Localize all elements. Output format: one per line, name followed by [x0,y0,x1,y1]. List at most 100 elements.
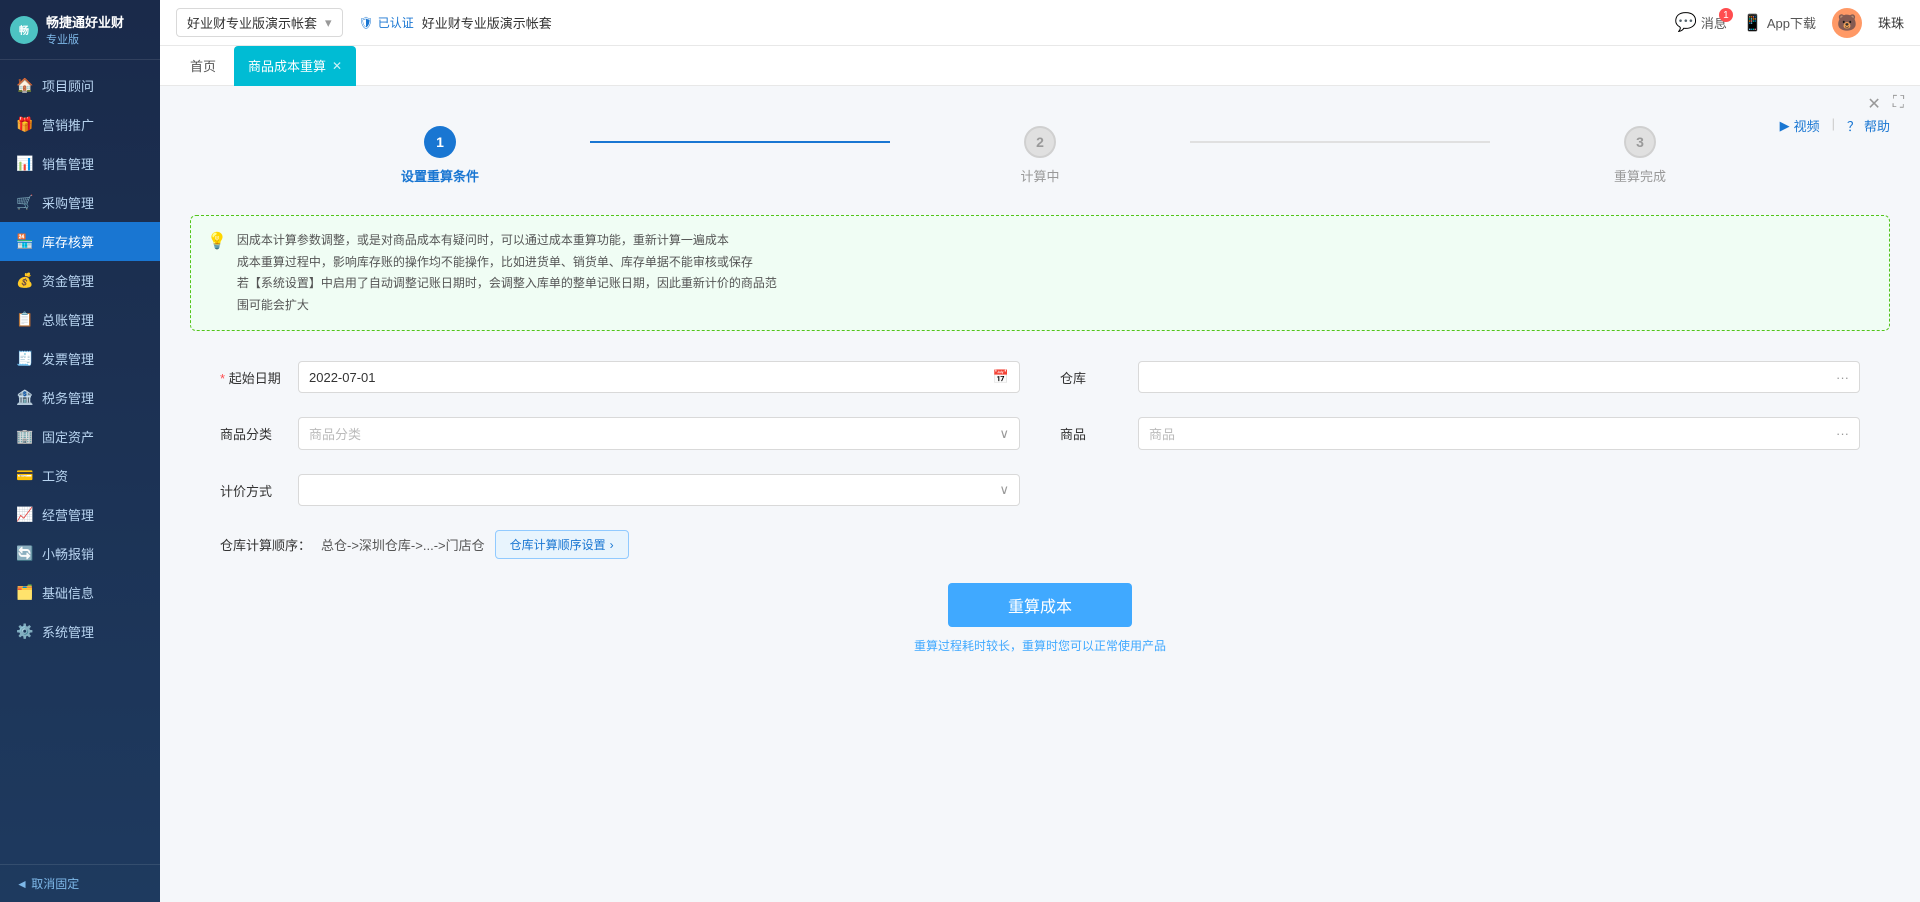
dropdown-icon[interactable]: ∨ [999,426,1009,442]
sidebar-item-system[interactable]: ⚙️ 系统管理 [0,612,160,651]
warehouse-input[interactable]: ··· [1138,361,1860,393]
user-name: 珠珠 [1878,13,1904,32]
sidebar-item-accounting[interactable]: 📋 总账管理 [0,300,160,339]
salary-icon: 💳 [16,467,34,485]
category-field: 商品分类 商品分类 ∨ [220,417,1020,450]
price-method-dropdown-icon[interactable]: ∨ [999,482,1009,498]
verified-badge: 🛡 已认证 [359,14,414,31]
video-link[interactable]: ▶ 视频 [1780,116,1820,135]
sidebar-item-label: 系统管理 [42,622,94,641]
start-date-label: * 起始日期 [220,368,290,387]
warehouse-order-settings-button[interactable]: 仓库计算顺序设置 › [495,530,629,559]
sidebar-item-finance[interactable]: 💰 资金管理 [0,261,160,300]
sidebar-item-label: 税务管理 [42,388,94,407]
app-download-button[interactable]: 📱 App下载 [1743,13,1816,33]
step-progress: 1 设置重算条件 2 计算中 3 [190,126,1890,185]
close-window-icon[interactable]: ✕ [1867,94,1880,114]
sidebar-item-purchase[interactable]: 🛒 采购管理 [0,183,160,222]
product-input[interactable]: 商品 ··· [1138,417,1860,450]
sidebar-subtitle: 专业版 [46,31,124,47]
basic-icon: 🗂️ [16,584,34,602]
system-icon: ⚙️ [16,623,34,641]
sidebar-item-tax[interactable]: 🏦 税务管理 [0,378,160,417]
company-selector[interactable]: 好业财专业版演示帐套 ▾ [176,8,343,37]
warehouse-label: 仓库 [1060,368,1130,387]
finance-icon: 💰 [16,272,34,290]
sidebar-item-label: 经营管理 [42,505,94,524]
price-method-field: 计价方式 ∨ [220,474,1020,506]
sidebar-logo: 畅 [10,16,38,44]
message-button[interactable]: 💬 消息 1 [1674,12,1726,33]
sidebar-item-label: 发票管理 [42,349,94,368]
category-input[interactable]: 商品分类 ∨ [298,417,1020,450]
sidebar-nav: 🏠 项目顾问 🎁 营销推广 📊 销售管理 🛒 采购管理 🏪 库存核算 💰 资金管… [0,60,160,864]
help-link[interactable]: ？ 帮助 [1847,116,1890,135]
sidebar-app-name: 畅捷通好业财 [46,12,124,31]
project-icon: 🏠 [16,77,34,95]
expand-window-icon[interactable]: ⛶ [1893,94,1904,114]
form-row-1: * 起始日期 2022-07-01 📅 仓库 ··· [220,361,1860,393]
sidebar-item-expense[interactable]: 🔄 小畅报销 [0,534,160,573]
purchase-icon: 🛒 [16,194,34,212]
sidebar-footer-unpin[interactable]: ◄ 取消固定 [0,864,160,902]
sidebar-item-label: 工资 [42,466,68,485]
main-content: ✕ ⛶ 1 设置重算条件 2 计算中 [160,86,1920,902]
start-date-input[interactable]: 2022-07-01 📅 [298,361,1020,393]
operation-icon: 📈 [16,506,34,524]
sidebar-item-sales[interactable]: 📊 销售管理 [0,144,160,183]
invoice-icon: 🧾 [16,350,34,368]
help-links: ▶ 视频 | ？ 帮助 [1780,116,1890,135]
recalc-hint: 重算过程耗时较长，重算时您可以正常使用产品 [914,637,1166,654]
user-avatar[interactable]: 🐻 [1832,8,1862,38]
warehouse-order-label: 仓库计算顺序： [220,535,311,554]
sidebar-item-operation[interactable]: 📈 经营管理 [0,495,160,534]
verified-company-name: 好业财专业版演示帐套 [422,13,552,32]
question-icon: ？ [1847,116,1860,135]
sidebar-item-label: 采购管理 [42,193,94,212]
sidebar-item-assets[interactable]: 🏢 固定资产 [0,417,160,456]
topbar-left: 好业财专业版演示帐套 ▾ 🛡 已认证 好业财专业版演示帐套 [176,8,1674,37]
sidebar-item-marketing[interactable]: 🎁 营销推广 [0,105,160,144]
category-label: 商品分类 [220,424,290,443]
product-dots-icon[interactable]: ··· [1836,426,1849,441]
step-connector-2 [1190,141,1490,143]
message-icon: 💬 [1674,12,1696,33]
assets-icon: 🏢 [16,428,34,446]
recalc-button[interactable]: 重算成本 [948,583,1132,627]
form-row-2: 商品分类 商品分类 ∨ 商品 商品 ··· [220,417,1860,450]
warehouse-field: 仓库 ··· [1060,361,1860,393]
notice-icon: 💡 [207,231,227,316]
step-2-label: 计算中 [1020,166,1059,185]
price-method-input[interactable]: ∨ [298,474,1020,506]
step-1-circle: 1 [424,126,456,158]
step-connector-1 [590,141,890,143]
sales-icon: 📊 [16,155,34,173]
sidebar-item-label: 资金管理 [42,271,94,290]
sidebar-item-label: 基础信息 [42,583,94,602]
sidebar-item-inventory[interactable]: 🏪 库存核算 [0,222,160,261]
tab-recalc[interactable]: 商品成本重算 ✕ [234,46,356,86]
step-3: 3 重算完成 [1490,126,1790,185]
sidebar-item-salary[interactable]: 💳 工资 [0,456,160,495]
sidebar-item-project[interactable]: 🏠 项目顾问 [0,66,160,105]
tab-close-icon[interactable]: ✕ [332,59,342,73]
inventory-icon: 🏪 [16,233,34,251]
window-controls: ✕ ⛶ [1867,94,1904,114]
price-method-label: 计价方式 [220,481,290,500]
form-area: * 起始日期 2022-07-01 📅 仓库 ··· [190,361,1890,559]
sidebar-header: 畅 畅捷通好业财 专业版 [0,0,160,60]
sidebar-item-basic[interactable]: 🗂️ 基础信息 [0,573,160,612]
required-mark: * [220,371,225,386]
sidebar-item-invoice[interactable]: 🧾 发票管理 [0,339,160,378]
expense-icon: 🔄 [16,545,34,563]
step-2: 2 计算中 [890,126,1190,185]
calendar-icon[interactable]: 📅 [993,369,1009,385]
step-3-label: 重算完成 [1614,166,1666,185]
tabbar: 首页 商品成本重算 ✕ [160,46,1920,86]
step-3-circle: 3 [1624,126,1656,158]
tab-home[interactable]: 首页 [176,46,230,86]
phone-icon: 📱 [1743,13,1763,33]
chevron-right-icon: › [610,538,614,552]
tax-icon: 🏦 [16,389,34,407]
dots-icon[interactable]: ··· [1836,370,1849,385]
